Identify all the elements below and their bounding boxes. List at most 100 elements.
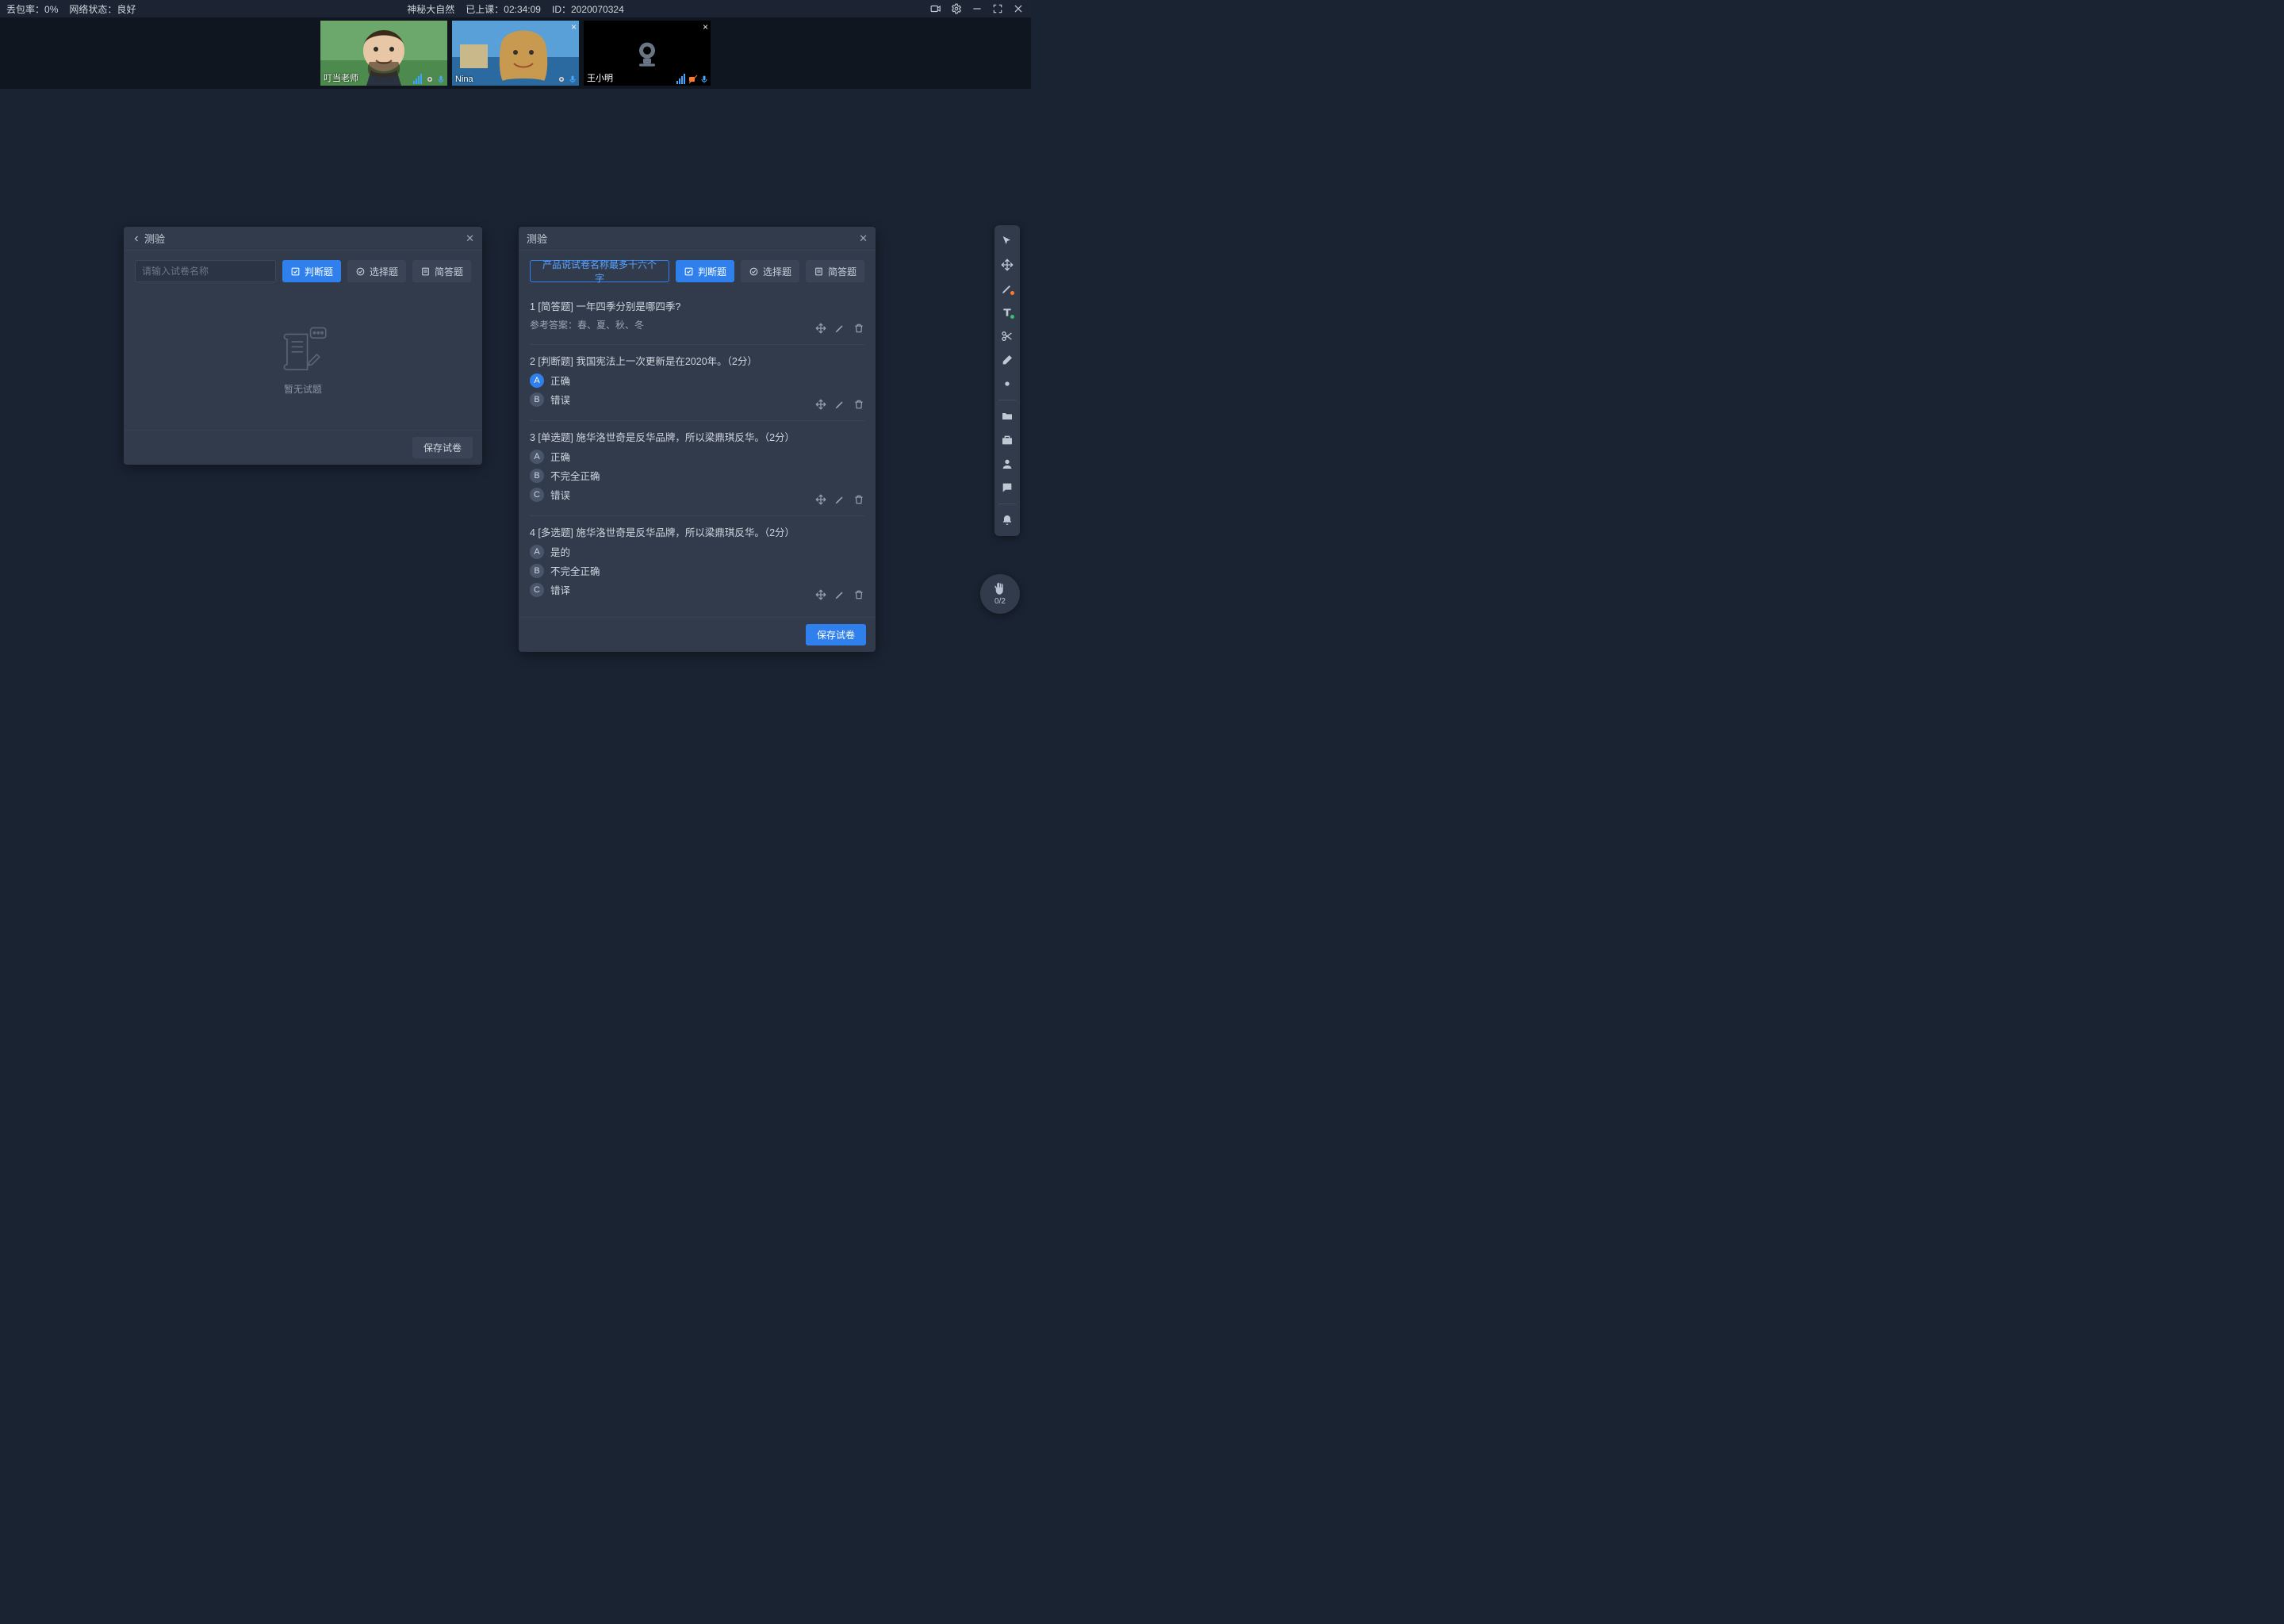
option-text: 是的: [550, 544, 570, 559]
delete-question-icon[interactable]: [853, 323, 864, 336]
close-window-icon[interactable]: [1012, 2, 1025, 15]
main-area: 测验 ✕ 判断题 选择题 简答题 暂无试题 保存试卷: [0, 89, 1031, 733]
option-letter: B: [530, 393, 544, 407]
add-choice-button[interactable]: 选择题: [347, 260, 406, 282]
scissors-tool-icon[interactable]: [996, 325, 1018, 347]
question-actions: [815, 399, 864, 412]
question-actions: [815, 323, 864, 336]
raise-hand-badge[interactable]: 0/2: [980, 574, 1020, 614]
camera-muted-icon: [688, 75, 698, 84]
panel-title: 测验: [527, 231, 859, 246]
option-text: 不完全正确: [550, 468, 600, 483]
session-id: ID：2020070324: [552, 2, 624, 16]
question-option[interactable]: A正确: [530, 449, 864, 464]
save-quiz-button[interactable]: 保存试卷: [806, 624, 866, 645]
toolbox-tool-icon[interactable]: [996, 429, 1018, 451]
delete-question-icon[interactable]: [853, 494, 864, 508]
move-question-icon[interactable]: [815, 323, 826, 336]
signal-bars-icon: [676, 73, 685, 84]
video-strip: 叮当老师 × Nina × 王小明: [0, 17, 1031, 89]
quiz-panel-empty: 测验 ✕ 判断题 选择题 简答题 暂无试题 保存试卷: [124, 227, 482, 465]
question-item: 2 [判断题] 我国宪法上一次更新是在2020年。（2分） A正确 B 错误: [530, 345, 864, 421]
option-letter: C: [530, 488, 544, 502]
folder-tool-icon[interactable]: [996, 405, 1018, 427]
quiz-name-display[interactable]: 产品说试卷名称最多十六个字: [530, 260, 669, 282]
add-choice-button[interactable]: 选择题: [741, 260, 799, 282]
option-letter: A: [530, 450, 544, 464]
mic-icon: [436, 75, 446, 84]
add-short-button[interactable]: 简答题: [412, 260, 471, 282]
question-option[interactable]: C错译: [530, 582, 864, 597]
panel-close-icon[interactable]: ✕: [466, 232, 474, 245]
question-header: 2 [判断题] 我国宪法上一次更新是在2020年。（2分）: [530, 353, 864, 368]
edit-question-icon[interactable]: [834, 494, 845, 508]
quiz-name-input[interactable]: [135, 260, 276, 282]
move-question-icon[interactable]: [815, 589, 826, 603]
edit-question-icon[interactable]: [834, 399, 845, 412]
pointer-tool-icon[interactable]: [996, 230, 1018, 252]
tile-close-icon[interactable]: ×: [571, 21, 577, 33]
quiz-panel-filled: 测验 ✕ 产品说试卷名称最多十六个字 判断题 选择题 简答题 1 [简答题] 一…: [519, 227, 876, 652]
video-tile-student[interactable]: × 王小明: [584, 21, 711, 86]
option-text: 不完全正确: [550, 563, 600, 578]
tile-close-icon[interactable]: ×: [703, 21, 708, 33]
network-status: 网络状态：良好: [69, 2, 136, 16]
video-name: 王小明: [587, 71, 613, 84]
option-text: 错误: [550, 392, 570, 407]
packet-loss: 丢包率：0%: [6, 2, 58, 16]
question-option[interactable]: B 不完全正确: [530, 468, 864, 483]
chat-tool-icon[interactable]: [996, 477, 1018, 499]
camera-icon: [425, 75, 435, 84]
video-name: 叮当老师: [324, 71, 358, 84]
option-letter: B: [530, 469, 544, 483]
maximize-icon[interactable]: [991, 2, 1004, 15]
laser-tool-icon[interactable]: [996, 373, 1018, 395]
question-option[interactable]: B 错误: [530, 392, 864, 407]
edit-question-icon[interactable]: [834, 589, 845, 603]
add-judge-button[interactable]: 判断题: [282, 260, 341, 282]
course-title: 神秘大自然: [407, 2, 454, 16]
pen-tool-icon[interactable]: [996, 278, 1018, 300]
camera-toggle-icon[interactable]: [929, 2, 942, 15]
option-letter: B: [530, 564, 544, 578]
option-text: 正确: [550, 373, 570, 388]
question-item: 4 [多选题] 施华洛世奇是反华品牌，所以梁鼎琪反华。（2分） A是的 B 不完全正确…: [530, 516, 864, 611]
question-item: 3 [单选题] 施华洛世奇是反华品牌，所以梁鼎琪反华。（2分）A正确B不完全正确…: [530, 421, 864, 516]
delete-question-icon[interactable]: [853, 589, 864, 603]
camera-icon: [557, 75, 566, 84]
bell-tool-icon[interactable]: [996, 509, 1018, 531]
minimize-icon[interactable]: [971, 2, 983, 15]
question-header: 4 [多选题] 施华洛世奇是反华品牌，所以梁鼎琪反华。（2分）: [530, 524, 864, 539]
empty-state: 暂无试题: [135, 290, 471, 425]
eraser-tool-icon[interactable]: [996, 349, 1018, 371]
question-actions: [815, 494, 864, 508]
panel-close-icon[interactable]: ✕: [859, 232, 868, 245]
question-option[interactable]: C错误: [530, 487, 864, 502]
move-tool-icon[interactable]: [996, 254, 1018, 276]
delete-question-icon[interactable]: [853, 399, 864, 412]
question-header: 1 [简答题] 一年四季分别是哪四季?: [530, 298, 864, 313]
question-option[interactable]: A是的: [530, 544, 864, 559]
add-judge-button[interactable]: 判断题: [676, 260, 734, 282]
video-tile-teacher[interactable]: 叮当老师: [320, 21, 447, 86]
mic-icon: [699, 75, 709, 84]
question-option[interactable]: A正确: [530, 373, 864, 388]
option-letter: C: [530, 583, 544, 597]
signal-bars-icon: [413, 73, 422, 84]
video-tile-student[interactable]: × Nina: [452, 21, 579, 86]
move-question-icon[interactable]: [815, 399, 826, 412]
question-reference: 参考答案：春、夏、秋、冬: [530, 318, 864, 331]
move-question-icon[interactable]: [815, 494, 826, 508]
settings-icon[interactable]: [950, 2, 963, 15]
add-short-button[interactable]: 简答题: [806, 260, 864, 282]
camera-off-icon: [631, 37, 663, 69]
hand-icon: [993, 582, 1007, 596]
text-tool-icon[interactable]: [996, 301, 1018, 324]
question-item: 1 [简答题] 一年四季分别是哪四季? 参考答案：春、夏、秋、冬: [530, 290, 864, 345]
save-quiz-button[interactable]: 保存试卷: [412, 437, 473, 458]
question-option[interactable]: B 不完全正确: [530, 563, 864, 578]
edit-question-icon[interactable]: [834, 323, 845, 336]
back-icon[interactable]: [132, 234, 141, 243]
tool-palette: [994, 225, 1020, 536]
users-tool-icon[interactable]: [996, 453, 1018, 475]
